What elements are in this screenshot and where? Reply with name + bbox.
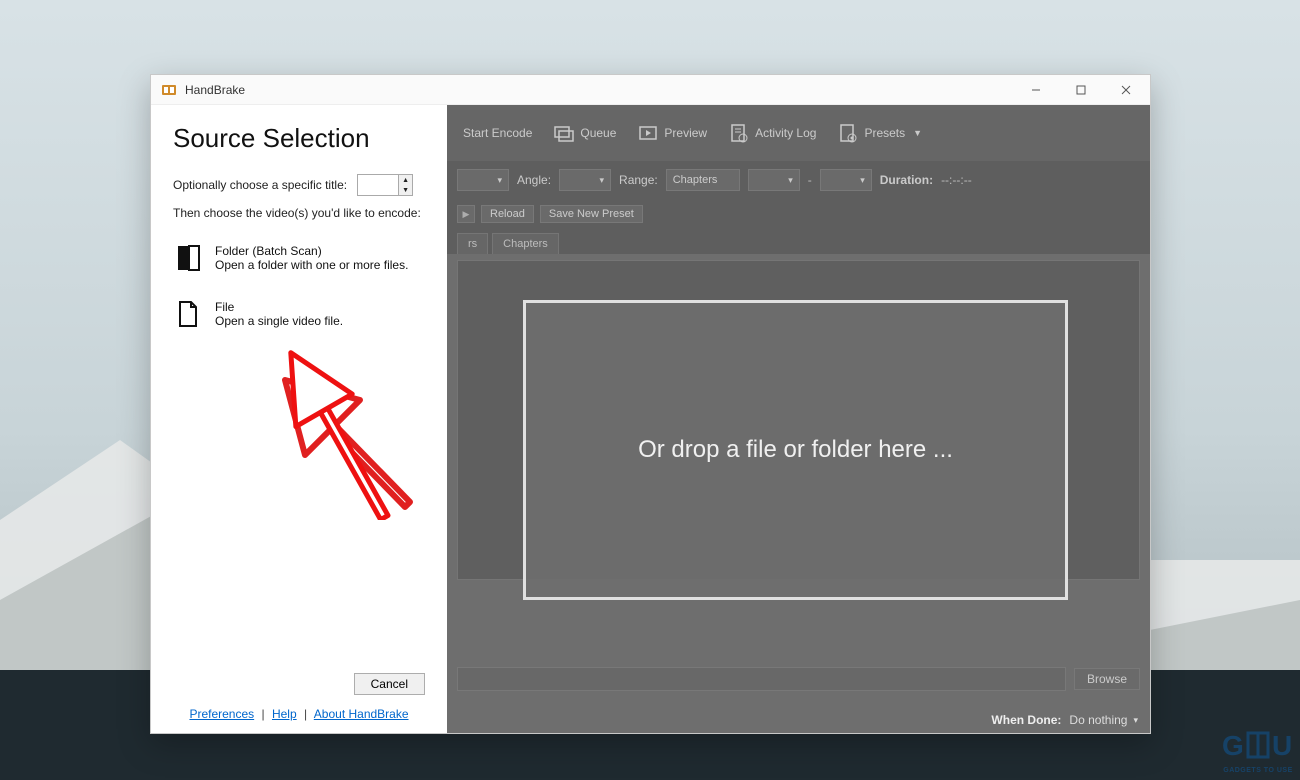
main-area-disabled: Start Encode Queue Preview Activity Log … [447,105,1150,733]
when-done-dropdown[interactable]: Do nothing ▾ [1069,713,1138,727]
source-folder-title: Folder (Batch Scan) [215,244,408,258]
footer-links: Preferences | Help | About HandBrake [173,707,425,721]
range-label: Range: [619,173,658,187]
maximize-button[interactable] [1058,75,1103,105]
source-folder-item[interactable]: Folder (Batch Scan) Open a folder with o… [173,238,425,278]
spinner-up[interactable]: ▲ [399,175,412,185]
duration-label: Duration: [880,173,933,187]
start-encode-button[interactable]: Start Encode [455,120,540,146]
file-icon [175,300,201,328]
source-file-item[interactable]: File Open a single video file. [173,294,425,334]
drop-zone-text: Or drop a file or folder here ... [638,436,953,464]
handbrake-window: HandBrake Source Selection Optionally ch… [150,74,1151,734]
angle-label: Angle: [517,173,551,187]
preview-button[interactable]: Preview [630,117,715,149]
save-as-field[interactable] [457,667,1066,691]
activity-log-button[interactable]: Activity Log [721,117,824,149]
app-icon [161,82,177,98]
svg-text:U: U [1272,730,1292,761]
encode-instruction: Then choose the video(s) you'd like to e… [173,206,425,220]
when-done-label: When Done: [991,713,1061,727]
source-folder-desc: Open a folder with one or more files. [215,258,408,272]
source-file-desc: Open a single video file. [215,314,343,328]
reload-button[interactable]: Reload [481,205,534,223]
duration-value: --:--:-- [941,173,972,187]
about-link[interactable]: About HandBrake [314,707,409,721]
watermark: G U GADGETS TO USE [1222,727,1294,774]
chevron-down-icon: ▼ [913,128,922,138]
range-end[interactable]: ▾ [820,169,872,191]
svg-text:G: G [1222,730,1244,761]
drop-zone[interactable]: Or drop a file or folder here ... [523,300,1068,600]
log-icon [729,123,749,143]
title-select[interactable]: ▾ [457,169,509,191]
source-selection-panel: Source Selection Optionally choose a spe… [151,105,447,733]
save-new-preset-button[interactable]: Save New Preset [540,205,643,223]
minimize-button[interactable] [1013,75,1058,105]
queue-button[interactable]: Queue [546,117,624,149]
preset-expand[interactable]: ▶ [457,205,475,223]
help-link[interactable]: Help [272,707,297,721]
queue-icon [554,123,574,143]
source-selection-heading: Source Selection [173,123,425,154]
angle-select[interactable]: ▾ [559,169,611,191]
browse-button[interactable]: Browse [1074,668,1140,690]
chevron-down-icon: ▾ [1133,715,1138,726]
source-file-title: File [215,300,343,314]
optional-title-label: Optionally choose a specific title: [173,178,347,192]
title-number-input[interactable] [357,174,399,196]
watermark-text: GADGETS TO USE [1222,767,1294,774]
tab-filters-partial[interactable]: rs [457,233,488,254]
titlebar: HandBrake [151,75,1150,105]
close-button[interactable] [1103,75,1148,105]
range-start[interactable]: ▾ [748,169,800,191]
window-title: HandBrake [185,83,1013,97]
tab-chapters[interactable]: Chapters [492,233,559,254]
cancel-button[interactable]: Cancel [354,673,425,695]
range-dash: - [808,173,812,187]
preview-icon [638,123,658,143]
spinner-down[interactable]: ▼ [399,185,412,195]
range-select[interactable]: Chapters [666,169,740,191]
folder-icon [175,244,201,272]
preferences-link[interactable]: Preferences [189,707,254,721]
title-number-spinner[interactable]: ▲ ▼ [357,174,413,196]
presets-icon [838,123,858,143]
presets-button[interactable]: Presets ▼ [830,117,930,149]
